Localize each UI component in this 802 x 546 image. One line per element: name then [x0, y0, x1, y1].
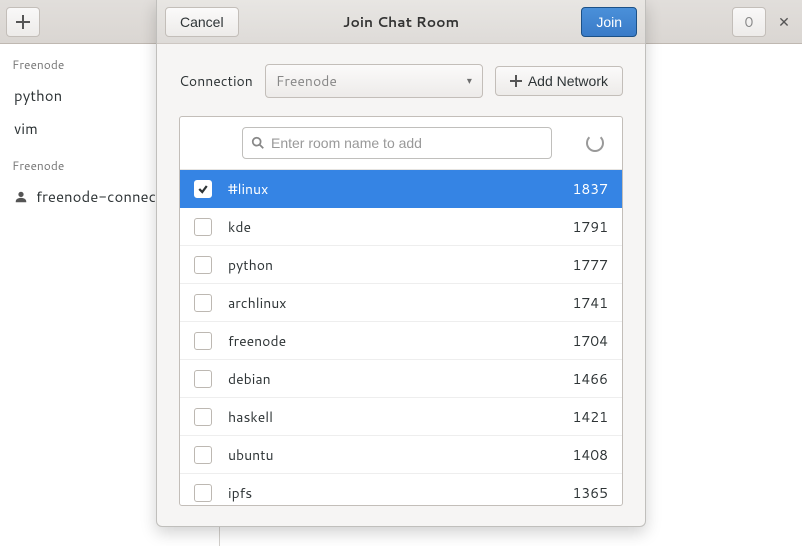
room-list-box: #linux 1837 kde 1791 python 1777 archlinux 1741… [179, 116, 623, 506]
window-close-button[interactable]: ✕ [772, 12, 796, 32]
room-row[interactable]: ubuntu 1408 [180, 436, 622, 474]
loading-spinner-icon [586, 134, 604, 152]
room-checkbox[interactable] [194, 408, 212, 426]
room-checkbox[interactable] [194, 180, 212, 198]
add-network-button[interactable]: Add Network [495, 66, 623, 96]
room-checkbox[interactable] [194, 218, 212, 236]
room-row[interactable]: archlinux 1741 [180, 284, 622, 322]
room-name: python [228, 255, 556, 275]
person-icon [14, 190, 28, 204]
add-room-button[interactable] [6, 7, 40, 37]
search-icon [251, 136, 265, 150]
chevron-down-icon: ▾ [467, 74, 472, 88]
room-checkbox[interactable] [194, 256, 212, 274]
notification-count-text: 0 [745, 12, 754, 32]
connection-label: Connection [179, 71, 253, 91]
room-checkbox[interactable] [194, 370, 212, 388]
room-user-count: 1365 [572, 483, 608, 503]
sidebar-item-label: vim [14, 118, 38, 139]
cancel-button[interactable]: Cancel [165, 7, 239, 37]
room-name: ubuntu [228, 445, 556, 465]
room-row[interactable]: #linux 1837 [180, 170, 622, 208]
dialog-headerbar: Cancel Join Chat Room Join [157, 0, 645, 44]
room-list: #linux 1837 kde 1791 python 1777 archlinux 1741… [180, 170, 622, 505]
room-name: haskell [228, 407, 556, 427]
room-search-field[interactable] [271, 135, 543, 151]
sidebar-item-label: freenode-connect [36, 186, 162, 207]
room-user-count: 1408 [572, 445, 608, 465]
connection-combo[interactable]: Freenode ▾ [265, 64, 483, 98]
room-checkbox[interactable] [194, 446, 212, 464]
room-user-count: 1837 [572, 179, 608, 199]
room-checkbox[interactable] [194, 484, 212, 502]
plus-icon [510, 75, 522, 87]
sidebar-item-label: python [14, 85, 62, 106]
room-name: archlinux [228, 293, 556, 313]
room-user-count: 1466 [572, 369, 608, 389]
room-user-count: 1741 [572, 293, 608, 313]
room-user-count: 1791 [572, 217, 608, 237]
join-button[interactable]: Join [581, 7, 637, 37]
room-search-input[interactable] [242, 127, 552, 159]
connection-selected-value: Freenode [276, 71, 337, 91]
room-checkbox[interactable] [194, 294, 212, 312]
room-name: freenode [228, 331, 556, 351]
notification-count-badge[interactable]: 0 [732, 7, 766, 37]
room-user-count: 1777 [572, 255, 608, 275]
room-user-count: 1421 [572, 407, 608, 427]
room-name: debian [228, 369, 556, 389]
room-row[interactable]: ipfs 1365 [180, 474, 622, 505]
room-row[interactable]: kde 1791 [180, 208, 622, 246]
room-row[interactable]: debian 1466 [180, 360, 622, 398]
room-row[interactable]: freenode 1704 [180, 322, 622, 360]
room-name: #linux [228, 179, 556, 199]
room-name: kde [228, 217, 556, 237]
room-checkbox[interactable] [194, 332, 212, 350]
room-name: ipfs [228, 483, 556, 503]
room-row[interactable]: python 1777 [180, 246, 622, 284]
room-user-count: 1704 [572, 331, 608, 351]
join-chat-room-dialog: Cancel Join Chat Room Join Connection Fr… [156, 0, 646, 527]
dialog-title: Join Chat Room [343, 12, 459, 32]
room-row[interactable]: haskell 1421 [180, 398, 622, 436]
